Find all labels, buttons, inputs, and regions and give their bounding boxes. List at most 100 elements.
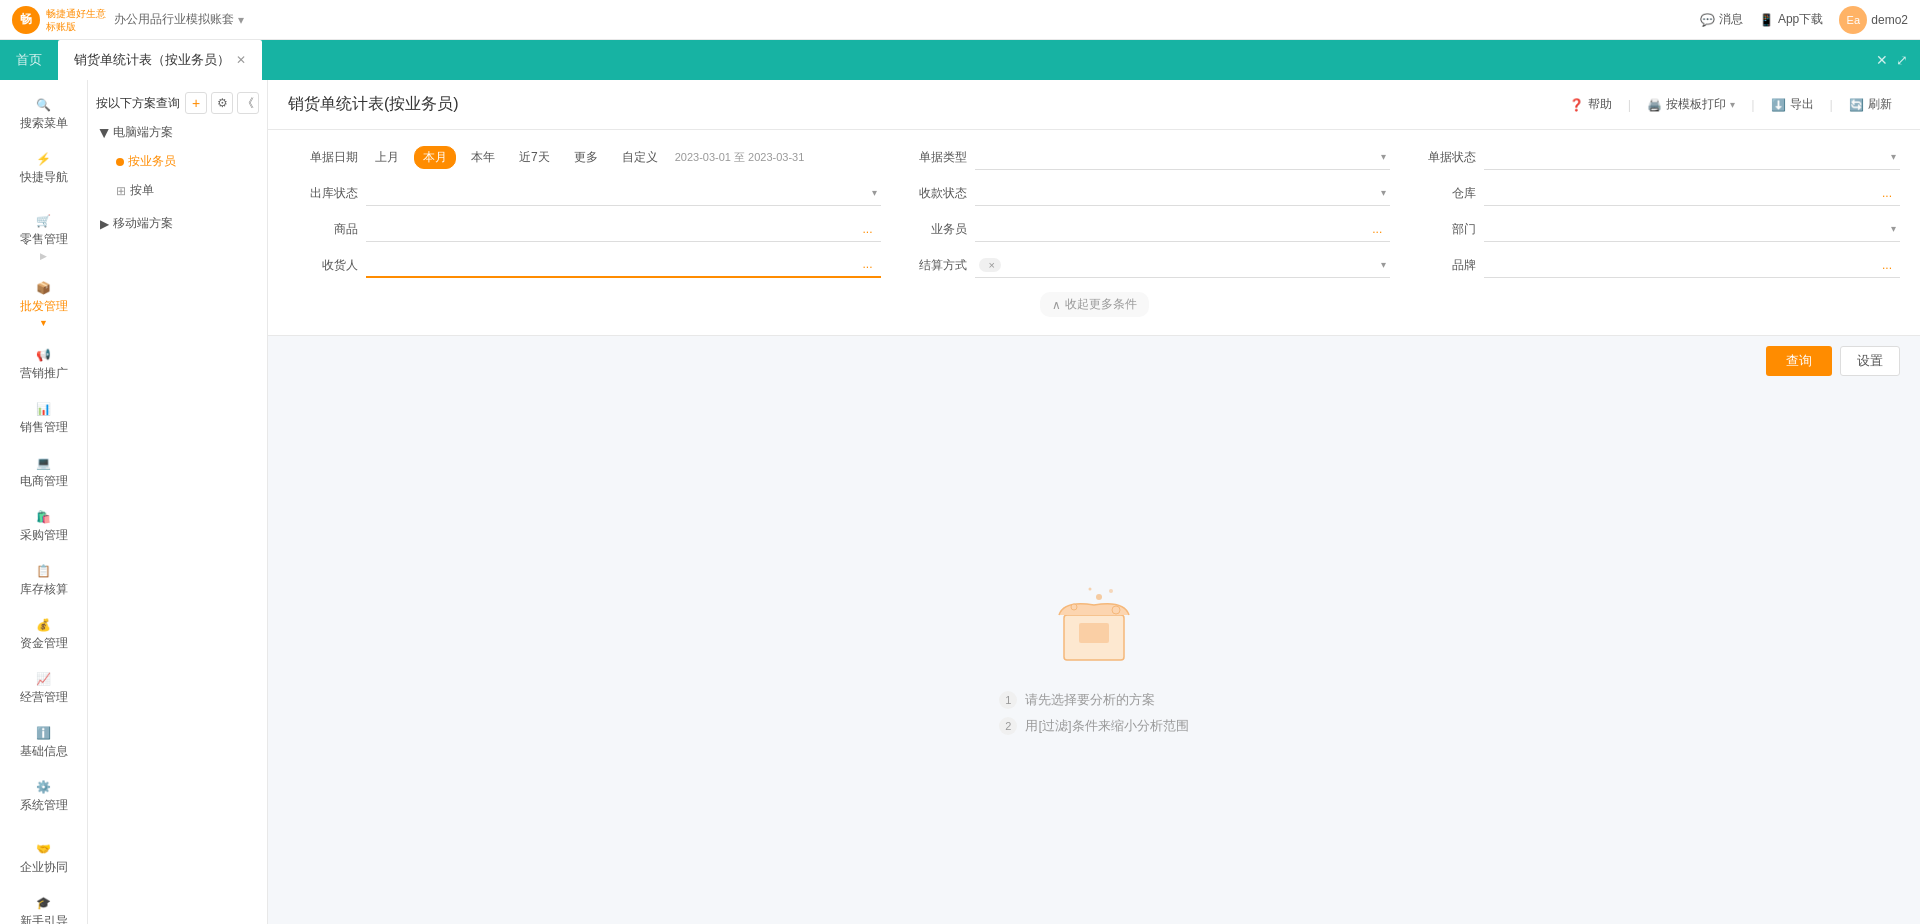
purchase-icon: 🛍️ <box>36 510 51 524</box>
active-dot-icon <box>116 158 124 166</box>
goods-dropdown[interactable]: ... <box>366 216 881 242</box>
sidebar-item-wholesale[interactable]: 📦 批发管理 ▼ <box>0 271 87 338</box>
sub-sidebar-toolbar: + ⚙ 《 <box>185 92 259 114</box>
wholesale-icon: 📦 <box>36 281 51 295</box>
sidebar-item-search[interactable]: 🔍 搜索菜单 <box>0 88 87 142</box>
sidebar-item-ecommerce[interactable]: 💻 电商管理 <box>0 446 87 500</box>
sidebar-item-purchase[interactable]: 🛍️ 采购管理 <box>0 500 87 554</box>
tab-sales-report[interactable]: 销货单统计表（按业务员） ✕ <box>58 40 262 80</box>
tab-close-window-icon[interactable]: ✕ <box>1876 52 1888 68</box>
sidebar-ecommerce-label: 电商管理 <box>20 473 68 490</box>
sidebar-purchase-label: 采购管理 <box>20 527 68 544</box>
template-print-arrow-icon: ▾ <box>1730 99 1735 110</box>
app-download-btn[interactable]: 📱 App下载 <box>1759 11 1823 28</box>
out-status-dropdown[interactable]: ▾ <box>366 180 881 206</box>
payment-dropdown[interactable]: × ▾ <box>975 252 1391 278</box>
basics-icon: ℹ️ <box>36 726 51 740</box>
collapse-btn[interactable]: ∧ 收起更多条件 <box>1040 292 1149 317</box>
doc-status-label: 单据状态 <box>1406 149 1476 166</box>
date-this-month-btn[interactable]: 本月 <box>414 146 456 169</box>
filter-row-2: 出库状态 ▾ 收款状态 ▾ 仓库 <box>288 180 1900 206</box>
doc-type-dropdown[interactable]: ▾ <box>975 144 1391 170</box>
dept-label: 部门 <box>1406 221 1476 238</box>
consignee-filter-group: 收货人 ... <box>288 252 881 278</box>
date-custom-btn[interactable]: 自定义 <box>613 146 667 169</box>
consignee-dropdown[interactable]: ... <box>366 252 881 278</box>
goods-more-icon[interactable]: ... <box>858 222 876 236</box>
receipt-status-label: 收款状态 <box>897 185 967 202</box>
export-btn[interactable]: ⬇️ 导出 <box>1763 92 1822 117</box>
consignee-more-icon[interactable]: ... <box>858 257 876 271</box>
payment-filter-group: 结算方式 × ▾ <box>897 252 1391 278</box>
staff-label: 业务员 <box>897 221 967 238</box>
sidebar-item-marketing[interactable]: 📢 营销推广 <box>0 338 87 392</box>
sub-sidebar-title: 按以下方案查询 <box>96 95 181 112</box>
filter-row-1: 单据日期 上月 本月 本年 近7天 更多 自定义 2023-03-01 至 20… <box>288 144 1900 170</box>
sep2: | <box>1751 97 1754 112</box>
collapse-label: 收起更多条件 <box>1065 296 1137 313</box>
date-last-month-btn[interactable]: 上月 <box>366 146 408 169</box>
filter-row-3: 商品 ... 业务员 ... 部门 <box>288 216 1900 242</box>
staff-more-icon[interactable]: ... <box>1368 222 1386 236</box>
template-print-btn[interactable]: 🖨️ 按模板打印 ▾ <box>1639 92 1743 117</box>
quick-nav-icon: ⚡ <box>36 152 51 166</box>
date-last-7days-btn[interactable]: 近7天 <box>510 146 559 169</box>
out-status-filter-group: 出库状态 ▾ <box>288 180 881 206</box>
sub-item-by-staff[interactable]: 按业务员 <box>88 147 267 176</box>
page-title: 销货单统计表(按业务员) <box>288 94 459 115</box>
sidebar-item-sales[interactable]: 📊 销售管理 <box>0 392 87 446</box>
date-more-btn[interactable]: 更多 <box>565 146 607 169</box>
sub-sidebar-header: 按以下方案查询 + ⚙ 《 <box>88 88 267 118</box>
tab-home[interactable]: 首页 <box>0 40 58 80</box>
add-scheme-btn[interactable]: + <box>185 92 207 114</box>
goods-label: 商品 <box>288 221 358 238</box>
refresh-label: 刷新 <box>1868 96 1892 113</box>
sidebar-item-operations[interactable]: 📈 经营管理 <box>0 662 87 716</box>
dept-dropdown[interactable]: ▾ <box>1484 216 1900 242</box>
sidebar-item-quick-nav[interactable]: ⚡ 快捷导航 <box>0 142 87 196</box>
sidebar-item-finance[interactable]: 💰 资金管理 <box>0 608 87 662</box>
user-profile[interactable]: Ea demo2 <box>1839 6 1908 34</box>
section-pc-chevron-icon: ▶ <box>98 128 112 137</box>
refresh-btn[interactable]: 🔄 刷新 <box>1841 92 1900 117</box>
payment-tag: × <box>979 258 1001 272</box>
sidebar-item-newbie[interactable]: 🎓 新手引导 <box>0 886 87 924</box>
out-status-label: 出库状态 <box>288 185 358 202</box>
brand-dropdown[interactable]: ... <box>1484 252 1900 278</box>
dept-arrow-icon: ▾ <box>1891 223 1896 234</box>
sidebar-item-enterprise[interactable]: 🤝 企业协同 <box>0 832 87 886</box>
sidebar-item-inventory[interactable]: 📋 库存核算 <box>0 554 87 608</box>
warehouse-more-icon[interactable]: ... <box>1878 186 1896 200</box>
svg-point-2 <box>1109 589 1113 593</box>
print-icon: 🖨️ <box>1647 98 1662 112</box>
content-area: 按以下方案查询 + ⚙ 《 ▶ 电脑端方案 按业务员 ⊞ <box>88 80 1920 924</box>
receipt-status-dropdown[interactable]: ▾ <box>975 180 1391 206</box>
breadcrumb-arrow-icon[interactable]: ▾ <box>238 13 244 27</box>
tab-close-icon[interactable]: ✕ <box>236 53 246 67</box>
collapse-scheme-btn[interactable]: 《 <box>237 92 259 114</box>
avatar: Ea <box>1839 6 1867 34</box>
sub-sidebar-section-pc-title[interactable]: ▶ 电脑端方案 <box>88 118 267 147</box>
staff-dropdown[interactable]: ... <box>975 216 1391 242</box>
tab-sales-report-label: 销货单统计表（按业务员） <box>74 51 230 69</box>
query-btn[interactable]: 查询 <box>1766 346 1832 376</box>
doc-status-dropdown[interactable]: ▾ <box>1484 144 1900 170</box>
sidebar-marketing-label: 营销推广 <box>20 365 68 382</box>
warehouse-dropdown[interactable]: ... <box>1484 180 1900 206</box>
sub-item-by-order[interactable]: ⊞ 按单 <box>88 176 267 205</box>
topbar-right: 💬 消息 📱 App下载 Ea demo2 <box>1700 6 1908 34</box>
message-btn[interactable]: 💬 消息 <box>1700 11 1743 28</box>
sidebar-item-retail[interactable]: 🛒 零售管理 ▶ <box>0 204 87 271</box>
sub-sidebar-section-mobile-title[interactable]: ▶ 移动端方案 <box>88 209 267 238</box>
sidebar-item-system[interactable]: ⚙️ 系统管理 <box>0 770 87 824</box>
settings-btn[interactable]: 设置 <box>1840 346 1900 376</box>
help-btn[interactable]: ❓ 帮助 <box>1561 92 1620 117</box>
brand-more-icon[interactable]: ... <box>1878 258 1896 272</box>
settings-scheme-btn[interactable]: ⚙ <box>211 92 233 114</box>
doc-status-arrow-icon: ▾ <box>1891 151 1896 162</box>
payment-tag-close-btn[interactable]: × <box>989 259 995 271</box>
tab-maximize-icon[interactable]: ⤢ <box>1896 52 1908 68</box>
date-this-year-btn[interactable]: 本年 <box>462 146 504 169</box>
sidebar-item-basics[interactable]: ℹ️ 基础信息 <box>0 716 87 770</box>
sidebar-quick-nav-label: 快捷导航 <box>20 169 68 186</box>
